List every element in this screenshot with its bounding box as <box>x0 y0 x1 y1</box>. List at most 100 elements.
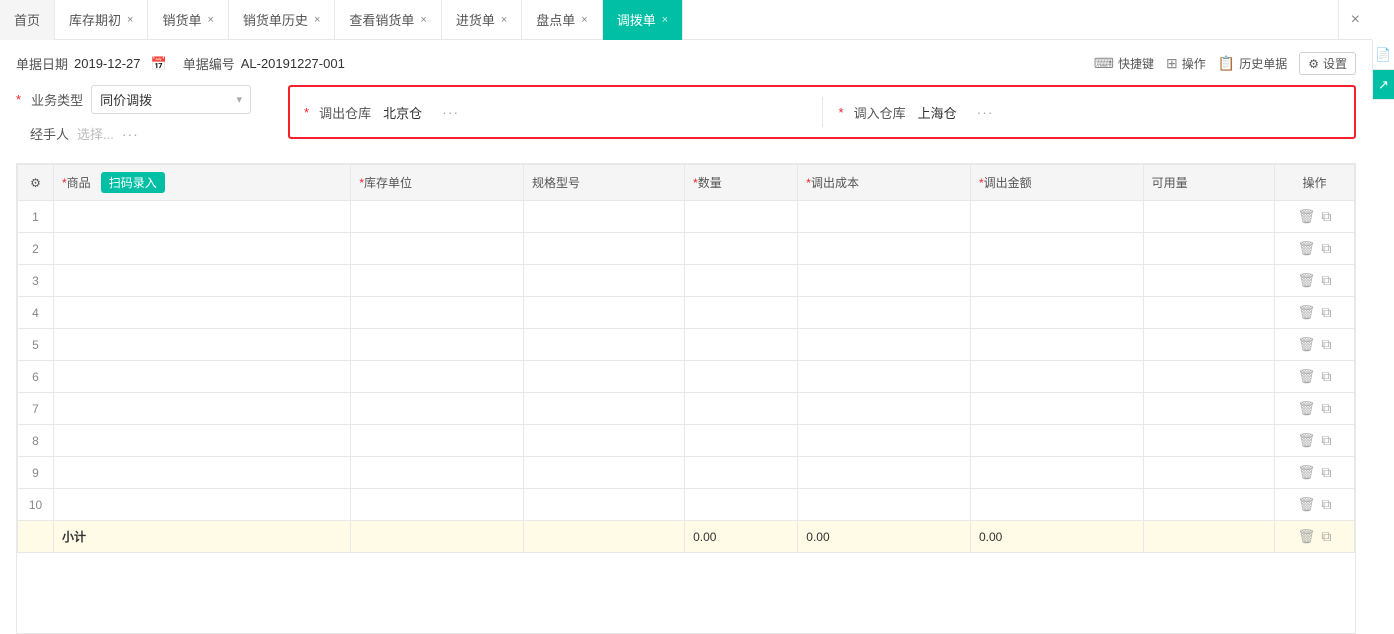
cell-product[interactable] <box>54 233 351 265</box>
tab-inventory-check[interactable]: 盘点单 × <box>522 0 602 40</box>
cell-amount[interactable] <box>970 361 1143 393</box>
cell-spec[interactable] <box>523 361 684 393</box>
cell-cost[interactable] <box>798 329 971 361</box>
transfer-in-more-btn[interactable]: ··· <box>977 104 994 120</box>
cell-cost[interactable] <box>798 489 971 521</box>
cell-unit[interactable] <box>351 297 524 329</box>
cell-spec[interactable] <box>523 201 684 233</box>
cell-amount[interactable] <box>970 265 1143 297</box>
cell-amount[interactable] <box>970 201 1143 233</box>
tab-sales-history-close[interactable]: × <box>314 14 320 26</box>
cell-product[interactable] <box>54 329 351 361</box>
tab-inventory-init[interactable]: 库存期初 × <box>55 0 148 40</box>
cell-spec[interactable] <box>523 265 684 297</box>
cell-amount[interactable] <box>970 297 1143 329</box>
copy-row-button[interactable]: ⧉ <box>1321 432 1331 449</box>
cell-qty[interactable] <box>685 297 798 329</box>
shortcuts-button[interactable]: ⌨ 快捷键 <box>1094 55 1154 72</box>
cell-product[interactable] <box>54 393 351 425</box>
tab-sales-order[interactable]: 销货单 × <box>148 0 228 40</box>
cell-unit[interactable] <box>351 201 524 233</box>
cell-cost[interactable] <box>798 233 971 265</box>
cell-spec[interactable] <box>523 329 684 361</box>
history-button[interactable]: 📋 历史单据 <box>1218 55 1287 72</box>
cell-cost[interactable] <box>798 425 971 457</box>
cell-cost[interactable] <box>798 297 971 329</box>
delete-row-button[interactable]: 🗑 <box>1298 208 1316 225</box>
cell-product[interactable] <box>54 265 351 297</box>
cell-cost[interactable] <box>798 393 971 425</box>
cell-amount[interactable] <box>970 425 1143 457</box>
cell-qty[interactable] <box>685 489 798 521</box>
cell-product[interactable] <box>54 425 351 457</box>
delete-row-button[interactable]: 🗑 <box>1298 272 1316 289</box>
cell-product[interactable] <box>54 457 351 489</box>
delete-row-button[interactable]: 🗑 <box>1298 336 1316 353</box>
delete-row-button[interactable]: 🗑 <box>1298 240 1316 257</box>
cell-unit[interactable] <box>351 361 524 393</box>
cell-qty[interactable] <box>685 329 798 361</box>
person-more-btn[interactable]: ··· <box>122 126 139 142</box>
cell-unit[interactable] <box>351 393 524 425</box>
copy-row-button[interactable]: ⧉ <box>1321 400 1331 417</box>
cell-amount[interactable]: 0.00 <box>970 521 1143 553</box>
tab-purchase-order[interactable]: 进货单 × <box>442 0 522 40</box>
cell-product[interactable] <box>54 201 351 233</box>
cell-amount[interactable] <box>970 233 1143 265</box>
cell-unit[interactable] <box>351 425 524 457</box>
copy-row-button[interactable]: ⧉ <box>1321 208 1331 225</box>
cell-qty[interactable] <box>685 393 798 425</box>
cell-product[interactable] <box>54 297 351 329</box>
sidebar-doc-button[interactable]: 📄 <box>1373 40 1394 70</box>
cell-qty[interactable] <box>685 425 798 457</box>
business-type-select[interactable]: 同价调拨 ▾ <box>91 85 251 114</box>
cell-qty[interactable] <box>685 201 798 233</box>
tab-view-sales[interactable]: 查看销货单 × <box>335 0 441 40</box>
copy-row-button[interactable]: ⧉ <box>1321 304 1331 321</box>
cell-amount[interactable] <box>970 393 1143 425</box>
tab-sales-history[interactable]: 销货单历史 × <box>229 0 335 40</box>
delete-row-button[interactable]: 🗑 <box>1298 496 1316 513</box>
cell-cost[interactable] <box>798 361 971 393</box>
cell-amount[interactable] <box>970 457 1143 489</box>
tab-inventory-check-close[interactable]: × <box>581 14 587 26</box>
copy-row-button[interactable]: ⧉ <box>1321 464 1331 481</box>
cell-spec[interactable] <box>523 233 684 265</box>
cell-amount[interactable] <box>970 329 1143 361</box>
tab-home[interactable]: 首页 <box>0 0 55 40</box>
delete-row-button[interactable]: 🗑 <box>1298 432 1316 449</box>
cell-unit[interactable] <box>351 489 524 521</box>
cell-unit[interactable] <box>351 457 524 489</box>
cell-product[interactable] <box>54 361 351 393</box>
sidebar-expand-button[interactable]: ↗ <box>1373 70 1394 100</box>
cell-product[interactable]: 小计 <box>54 521 351 553</box>
tab-view-sales-close[interactable]: × <box>420 14 426 26</box>
col-settings[interactable]: ⚙ <box>18 165 54 201</box>
tab-inventory-init-close[interactable]: × <box>127 14 133 26</box>
cell-spec[interactable] <box>523 457 684 489</box>
cell-spec[interactable] <box>523 297 684 329</box>
window-close-button[interactable]: × <box>1338 0 1372 40</box>
scan-button[interactable]: 扫码录入 <box>101 172 165 193</box>
cell-spec[interactable] <box>523 489 684 521</box>
copy-row-button[interactable]: ⧉ <box>1321 336 1331 353</box>
cell-spec[interactable] <box>523 521 684 553</box>
cell-qty[interactable] <box>685 233 798 265</box>
cell-unit[interactable] <box>351 521 524 553</box>
delete-row-button[interactable]: 🗑 <box>1298 464 1316 481</box>
cell-spec[interactable] <box>523 393 684 425</box>
cell-cost[interactable] <box>798 201 971 233</box>
copy-row-button[interactable]: ⧉ <box>1321 240 1331 257</box>
delete-row-button[interactable]: 🗑 <box>1298 400 1316 417</box>
delete-row-button[interactable]: 🗑 <box>1298 528 1316 545</box>
calendar-icon[interactable]: 📅 <box>151 56 167 72</box>
cell-spec[interactable] <box>523 425 684 457</box>
settings-button[interactable]: ⚙ 设置 <box>1299 52 1356 75</box>
table-settings-icon[interactable]: ⚙ <box>30 176 41 190</box>
cell-cost[interactable] <box>798 265 971 297</box>
cell-amount[interactable] <box>970 489 1143 521</box>
copy-row-button[interactable]: ⧉ <box>1321 272 1331 289</box>
cell-unit[interactable] <box>351 265 524 297</box>
tab-transfer[interactable]: 调拨单 × <box>603 0 683 40</box>
copy-row-button[interactable]: ⧉ <box>1321 496 1331 513</box>
